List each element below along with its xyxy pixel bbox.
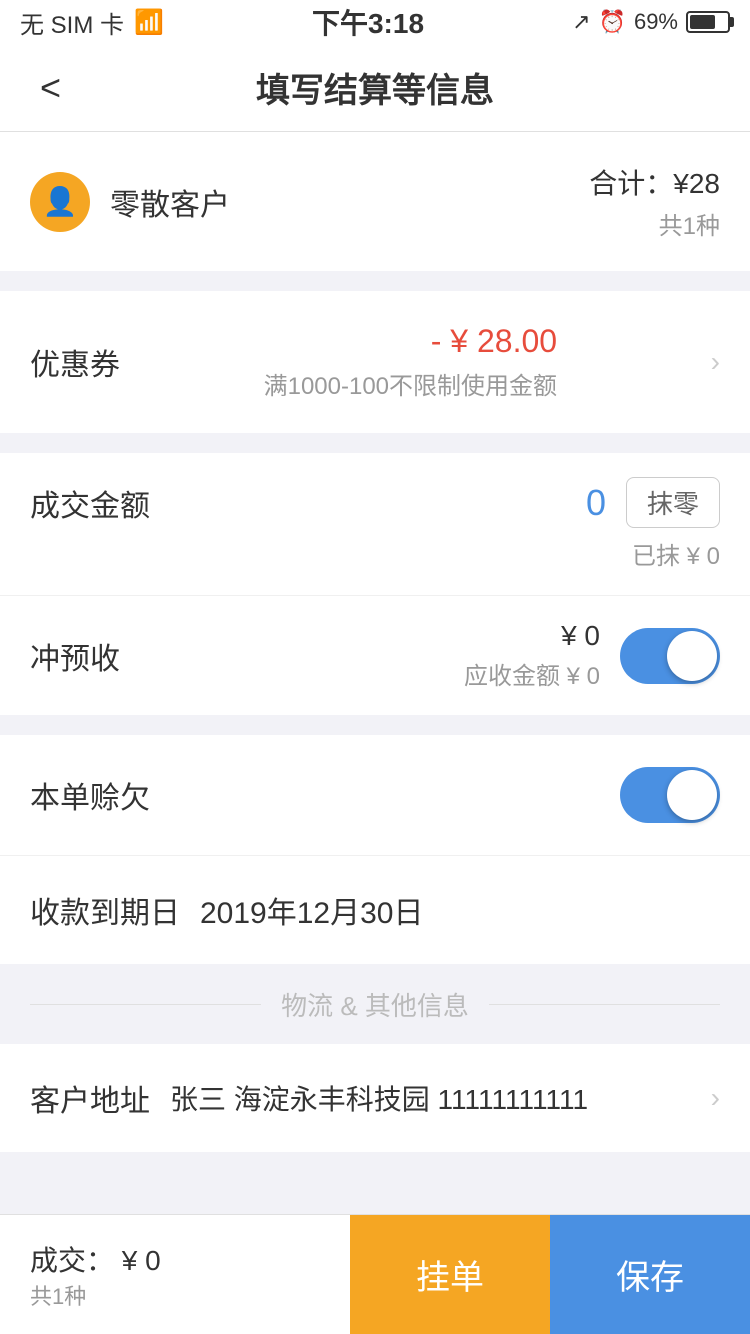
prepay-right: ¥ 0 应收金额 ¥ 0 (464, 620, 720, 691)
address-label: 客户地址 (30, 1076, 150, 1120)
amount-value[interactable]: 0 (526, 482, 606, 524)
coupon-row[interactable]: 优惠券 - ¥ 28.00 满1000-100不限制使用金额 › (0, 291, 750, 433)
bottom-bar: 成交： ¥ 0 共1种 挂单 保存 (0, 1214, 750, 1334)
credit-row: 本单赊欠 (0, 735, 750, 855)
amount-row-top: 成交金额 0 抹零 (30, 477, 720, 528)
credit-section: 本单赊欠 收款到期日 2019年12月30日 (0, 735, 750, 964)
transaction-section: 成交金额 0 抹零 已抹 ¥ 0 冲预收 ¥ 0 应收金额 ¥ 0 (0, 453, 750, 715)
credit-toggle-knob (667, 770, 717, 820)
bottom-transaction-line: 成交： ¥ 0 (30, 1239, 320, 1279)
coupon-sub: 满1000-100不限制使用金额 (264, 366, 557, 401)
due-date-value[interactable]: 2019年12月30日 (200, 888, 423, 932)
battery-icon (686, 11, 730, 33)
address-section[interactable]: 客户地址 张三 海淀永丰科技园 11111111111 › (0, 1044, 750, 1152)
due-date-label: 收款到期日 (30, 888, 180, 932)
prepay-values: ¥ 0 应收金额 ¥ 0 (464, 620, 600, 691)
save-button[interactable]: 保存 (550, 1215, 750, 1334)
bottom-transaction-label: 成交： (30, 1245, 114, 1276)
amount-sub: 已抹 ¥ 0 (30, 536, 720, 571)
credit-label: 本单赊欠 (30, 773, 150, 817)
prepay-toggle-knob (667, 631, 717, 681)
customer-total: 合计：¥28 (589, 162, 720, 202)
coupon-right: - ¥ 28.00 满1000-100不限制使用金额 (264, 323, 557, 401)
amount-right: 0 抹零 (526, 477, 720, 528)
amount-label: 成交金额 (30, 481, 150, 525)
customer-section: 👤 零散客户 合计：¥28 共1种 (0, 132, 750, 271)
prepay-toggle[interactable] (620, 628, 720, 684)
bottom-count: 共1种 (30, 1279, 320, 1311)
coupon-chevron-icon: › (711, 346, 720, 378)
prepay-row-top: 冲预收 ¥ 0 应收金额 ¥ 0 (30, 620, 720, 691)
customer-left: 👤 零散客户 (30, 172, 230, 232)
page-title: 填写结算等信息 (256, 63, 494, 112)
battery-fill (690, 15, 715, 29)
prepay-label: 冲预收 (30, 634, 120, 678)
carrier-label: 无 SIM 卡 (20, 5, 124, 40)
logistics-label: 物流 & 其他信息 (261, 986, 489, 1023)
status-right: ↗ ⏰ 69% (572, 9, 730, 35)
customer-count: 共1种 (589, 206, 720, 241)
avatar-icon: 👤 (43, 185, 78, 218)
coupon-value: - ¥ 28.00 (431, 323, 557, 360)
due-date-row: 收款到期日 2019年12月30日 (0, 855, 750, 964)
status-time: 下午3:18 (312, 2, 424, 42)
amount-row: 成交金额 0 抹零 已抹 ¥ 0 (0, 453, 750, 596)
avatar: 👤 (30, 172, 90, 232)
logistics-divider: 物流 & 其他信息 (0, 964, 750, 1044)
location-icon: ↗ (572, 9, 590, 35)
status-bar: 无 SIM 卡 📶 下午3:18 ↗ ⏰ 69% (0, 0, 750, 44)
nav-bar: < 填写结算等信息 (0, 44, 750, 132)
pending-button[interactable]: 挂单 (350, 1215, 550, 1334)
back-button[interactable]: < (30, 57, 71, 119)
wifi-icon: 📶 (134, 8, 164, 37)
section-divider-2 (0, 433, 750, 453)
address-value: 张三 海淀永丰科技园 11111111111 (170, 1078, 691, 1118)
prepay-row: 冲预收 ¥ 0 应收金额 ¥ 0 (0, 596, 750, 715)
section-divider-3 (0, 715, 750, 735)
customer-name: 零散客户 (110, 180, 230, 224)
prepay-sub: 应收金额 ¥ 0 (464, 656, 600, 691)
content: 👤 零散客户 合计：¥28 共1种 优惠券 - ¥ 28.00 满1000-10… (0, 132, 750, 1282)
credit-toggle[interactable] (620, 767, 720, 823)
alarm-icon: ⏰ (599, 9, 626, 35)
customer-right: 合计：¥28 共1种 (589, 162, 720, 241)
round-zero-button[interactable]: 抹零 (626, 477, 720, 528)
bottom-left: 成交： ¥ 0 共1种 (0, 1239, 350, 1311)
bottom-transaction-amount: ¥ 0 (122, 1245, 161, 1276)
coupon-section: 优惠券 - ¥ 28.00 满1000-100不限制使用金额 › (0, 291, 750, 433)
coupon-label: 优惠券 (30, 340, 120, 384)
battery-percent: 69% (634, 9, 678, 35)
section-divider-1 (0, 271, 750, 291)
address-chevron-icon: › (711, 1082, 720, 1114)
status-left: 无 SIM 卡 📶 (20, 5, 164, 40)
prepay-value: ¥ 0 (464, 620, 600, 652)
